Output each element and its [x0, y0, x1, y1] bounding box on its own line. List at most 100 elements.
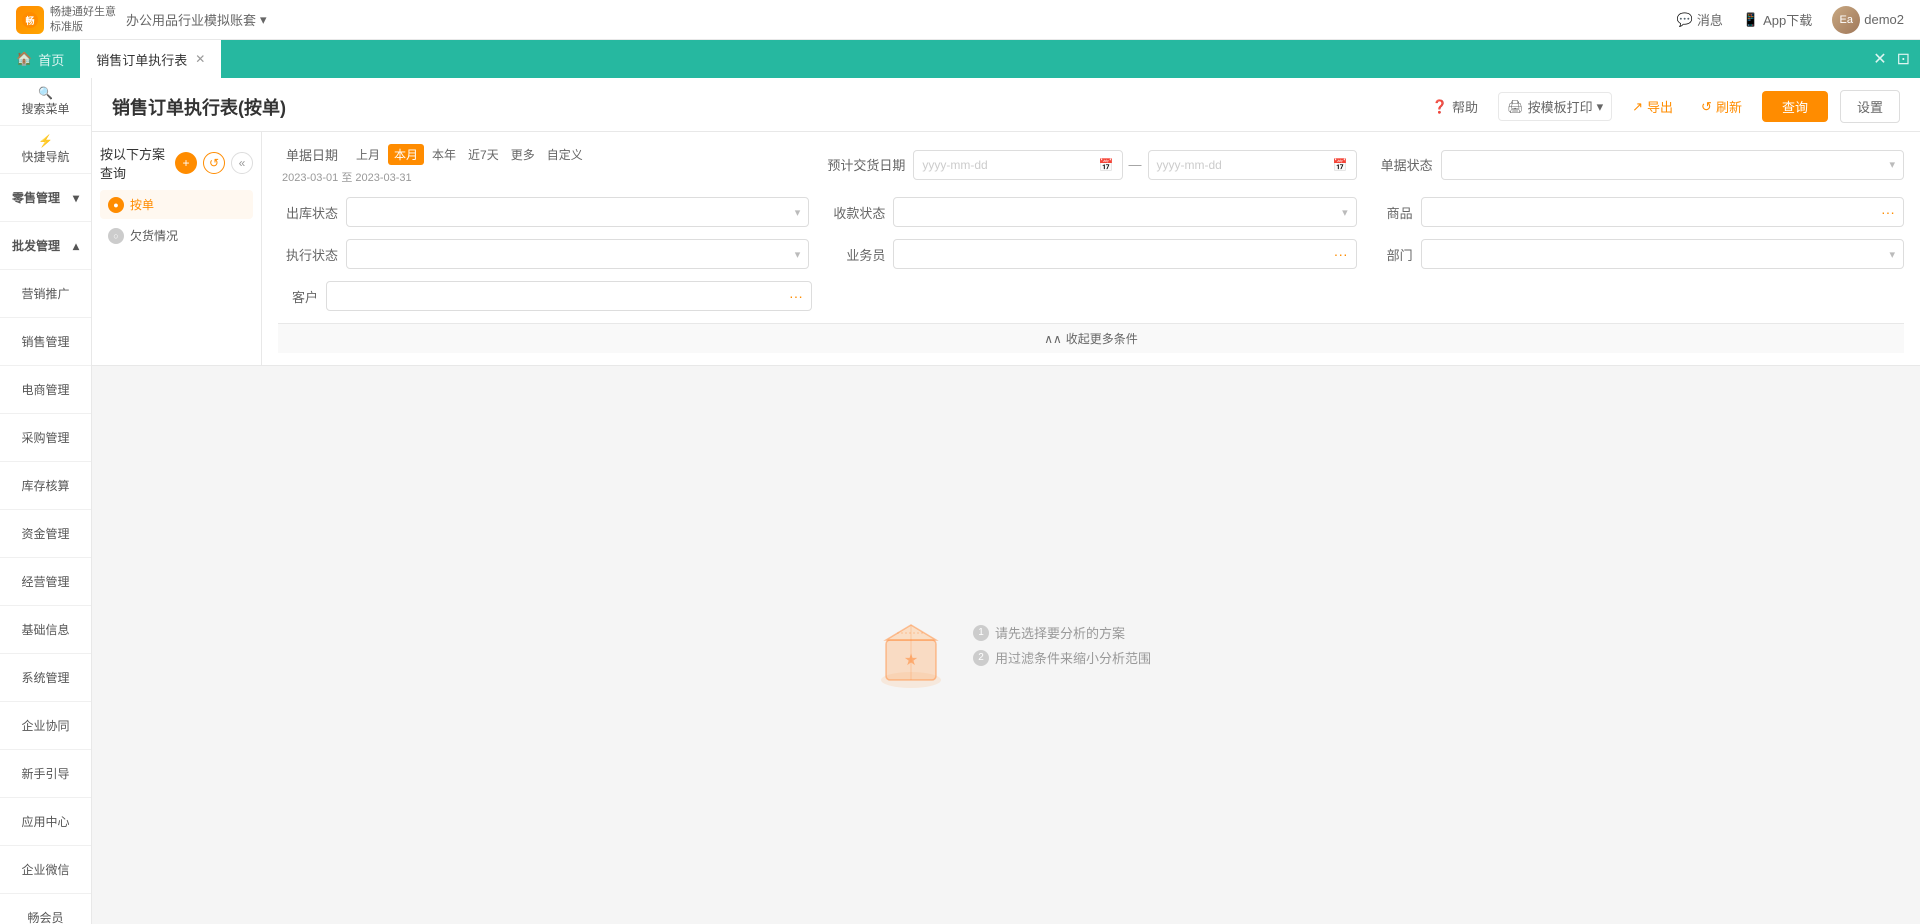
payment-status-label: 收款状态 — [825, 203, 885, 222]
app-download-label: App下载 — [1763, 10, 1812, 29]
filter-row-2: 出库状态 ▾ 收款状态 ▾ 商品 — [278, 197, 1904, 227]
empty-hint-1: 1 请先选择要分析的方案 — [973, 623, 1151, 642]
message-action[interactable]: 💬 消息 — [1677, 10, 1723, 29]
company-selector[interactable]: 办公用品行业模拟账套 ▾ — [126, 10, 267, 29]
sidebar-item-marketing[interactable]: 营销推广 — [0, 270, 91, 318]
empty-hint-2-num: 2 — [973, 650, 989, 666]
tab-home[interactable]: 🏠 首页 — [0, 40, 80, 78]
quick-date-7days[interactable]: 近7天 — [464, 144, 503, 165]
quick-date-custom[interactable]: 自定义 — [543, 144, 587, 165]
logo-icon: 畅 — [16, 6, 44, 34]
order-status-dropdown[interactable]: ▾ — [1441, 150, 1904, 180]
content-area: 销售订单执行表(按单) ❓ 帮助 🖨 按模板打印 ▾ ↗ 导出 ↺ 刷新 — [92, 78, 1920, 924]
quick-date-more[interactable]: 更多 — [507, 144, 539, 165]
query-button[interactable]: 查询 — [1762, 91, 1828, 122]
help-button[interactable]: ❓ 帮助 — [1424, 93, 1486, 120]
tab-bar-actions: ✕ ⊡ — [1873, 40, 1920, 78]
customer-more-icon: ··· — [789, 288, 803, 304]
export-button[interactable]: ↗ 导出 — [1624, 93, 1681, 120]
tab-restore-icon[interactable]: ⊡ — [1897, 49, 1910, 69]
quick-date-this-year[interactable]: 本年 — [428, 144, 460, 165]
sidebar-system-label: 系统管理 — [21, 669, 69, 686]
sidebar-item-newguide[interactable]: 新手引导 — [0, 750, 91, 798]
user-action[interactable]: Ea demo2 — [1832, 6, 1904, 34]
customer-input[interactable]: ··· — [326, 281, 812, 311]
delivery-status-dropdown[interactable]: ▾ — [346, 197, 809, 227]
department-dropdown[interactable]: ▾ — [1421, 239, 1904, 269]
sidebar-item-collab[interactable]: 企业协同 — [0, 702, 91, 750]
filter-scheme-order[interactable]: ● 按单 — [100, 190, 253, 219]
settings-button[interactable]: 设置 — [1840, 90, 1900, 123]
product-label: 商品 — [1373, 203, 1413, 222]
sidebar-item-operations[interactable]: 经营管理 — [0, 558, 91, 606]
filter-field-payment: 收款状态 ▾ — [825, 197, 1356, 227]
sidebar-item-wechat[interactable]: 企业微信 — [0, 846, 91, 894]
tab-close-all-icon[interactable]: ✕ — [1873, 49, 1886, 69]
sidebar-item-purchase[interactable]: 采购管理 — [0, 414, 91, 462]
sidebar-item-member[interactable]: 畅会员 — [0, 894, 91, 924]
sidebar-item-retail[interactable]: 零售管理 ▾ — [0, 174, 91, 222]
print-label: 按模板打印 — [1528, 97, 1593, 116]
avatar: Ea — [1832, 6, 1860, 34]
sidebar-finance-label: 资金管理 — [21, 525, 69, 542]
sidebar: 🔍 搜索菜单 ⚡ 快捷导航 零售管理 ▾ 批发管理 ▴ 营销推广 销售管理 电商… — [0, 78, 92, 924]
sidebar-item-appcenter[interactable]: 应用中心 — [0, 798, 91, 846]
quick-date-btns: 上月 本月 本年 近7天 更多 自定义 — [352, 144, 587, 165]
app-download-action[interactable]: 📱 App下载 — [1743, 10, 1812, 29]
filter-sidebar: 按以下方案查询 + ↺ « ● 按单 ○ 欠货情况 — [92, 132, 262, 365]
page-title: 销售订单执行表(按单) — [112, 94, 286, 120]
filter-conditions: 单据日期 上月 本月 本年 近7天 更多 自定义 2023-03-01 至 20… — [262, 132, 1920, 365]
expected-date-label: 预计交货日期 — [825, 155, 905, 174]
sidebar-retail-label: 零售管理 — [12, 189, 60, 206]
filter-field-expected-date: 预计交货日期 yyyy-mm-dd 📅 — yyyy-mm-dd 📅 — [825, 150, 1356, 180]
product-input[interactable]: ··· — [1421, 197, 1904, 227]
quick-date-this-month[interactable]: 本月 — [388, 144, 424, 165]
sidebar-item-system[interactable]: 系统管理 — [0, 654, 91, 702]
print-button[interactable]: 🖨 按模板打印 ▾ — [1498, 92, 1612, 121]
filter-field-execution: 执行状态 ▾ — [278, 239, 809, 269]
filter-field-order-status: 单据状态 ▾ — [1373, 150, 1904, 180]
calendar-icon-end: 📅 — [1333, 158, 1348, 172]
wholesale-arrow-icon: ▴ — [73, 239, 79, 253]
sidebar-item-basic[interactable]: 基础信息 — [0, 606, 91, 654]
salesperson-input[interactable]: ··· — [893, 239, 1356, 269]
filter-add-button[interactable]: + — [175, 152, 197, 174]
company-dropdown-icon: ▾ — [260, 12, 267, 28]
sidebar-item-quicknav[interactable]: ⚡ 快捷导航 — [0, 126, 91, 174]
sidebar-item-search[interactable]: 🔍 搜索菜单 — [0, 78, 91, 126]
order-status-label: 单据状态 — [1373, 155, 1433, 174]
tab-close-icon[interactable]: ✕ — [195, 52, 205, 66]
home-icon: 🏠 — [16, 51, 32, 67]
filter-scheme-order-icon: ● — [108, 197, 124, 213]
salesperson-label: 业务员 — [825, 245, 885, 264]
help-label: 帮助 — [1452, 97, 1478, 116]
expected-date-start[interactable]: yyyy-mm-dd 📅 — [913, 150, 1122, 180]
payment-status-arrow: ▾ — [1342, 206, 1348, 219]
sidebar-item-inventory[interactable]: 库存核算 — [0, 462, 91, 510]
top-header: 畅 畅捷通好生意 标准版 办公用品行业模拟账套 ▾ 💬 消息 📱 App下载 E… — [0, 0, 1920, 40]
tab-sales-order[interactable]: 销售订单执行表 ✕ — [80, 40, 221, 78]
refresh-button[interactable]: ↺ 刷新 — [1693, 93, 1750, 120]
filter-refresh-button[interactable]: ↺ — [203, 152, 225, 174]
collapse-chevron-icon: ∧∧ — [1044, 332, 1062, 346]
sidebar-item-finance[interactable]: 资金管理 — [0, 510, 91, 558]
date-label: 单据日期 — [278, 145, 338, 164]
quick-date-last-month[interactable]: 上月 — [352, 144, 384, 165]
payment-status-dropdown[interactable]: ▾ — [893, 197, 1356, 227]
filter-collapse-button[interactable]: « — [231, 152, 253, 174]
date-range-text: 2023-03-01 至 2023-03-31 — [282, 169, 412, 185]
sidebar-item-wholesale[interactable]: 批发管理 ▴ — [0, 222, 91, 270]
retail-arrow-icon: ▾ — [73, 191, 79, 205]
collapse-filter-btn[interactable]: ∧∧ 收起更多条件 — [278, 323, 1904, 353]
sidebar-item-sales[interactable]: 销售管理 — [0, 318, 91, 366]
svg-text:★: ★ — [904, 652, 918, 669]
expected-date-end[interactable]: yyyy-mm-dd 📅 — [1148, 150, 1357, 180]
filter-scheme-shortage[interactable]: ○ 欠货情况 — [100, 221, 253, 250]
app-download-icon: 📱 — [1743, 12, 1759, 28]
department-label: 部门 — [1373, 245, 1413, 264]
empty-hint-2: 2 用过滤条件来缩小分析范围 — [973, 648, 1151, 667]
execution-status-dropdown[interactable]: ▾ — [346, 239, 809, 269]
date-separator: — — [1129, 157, 1142, 172]
sidebar-item-ecommerce[interactable]: 电商管理 — [0, 366, 91, 414]
sidebar-search-label: 搜索菜单 — [21, 100, 69, 117]
